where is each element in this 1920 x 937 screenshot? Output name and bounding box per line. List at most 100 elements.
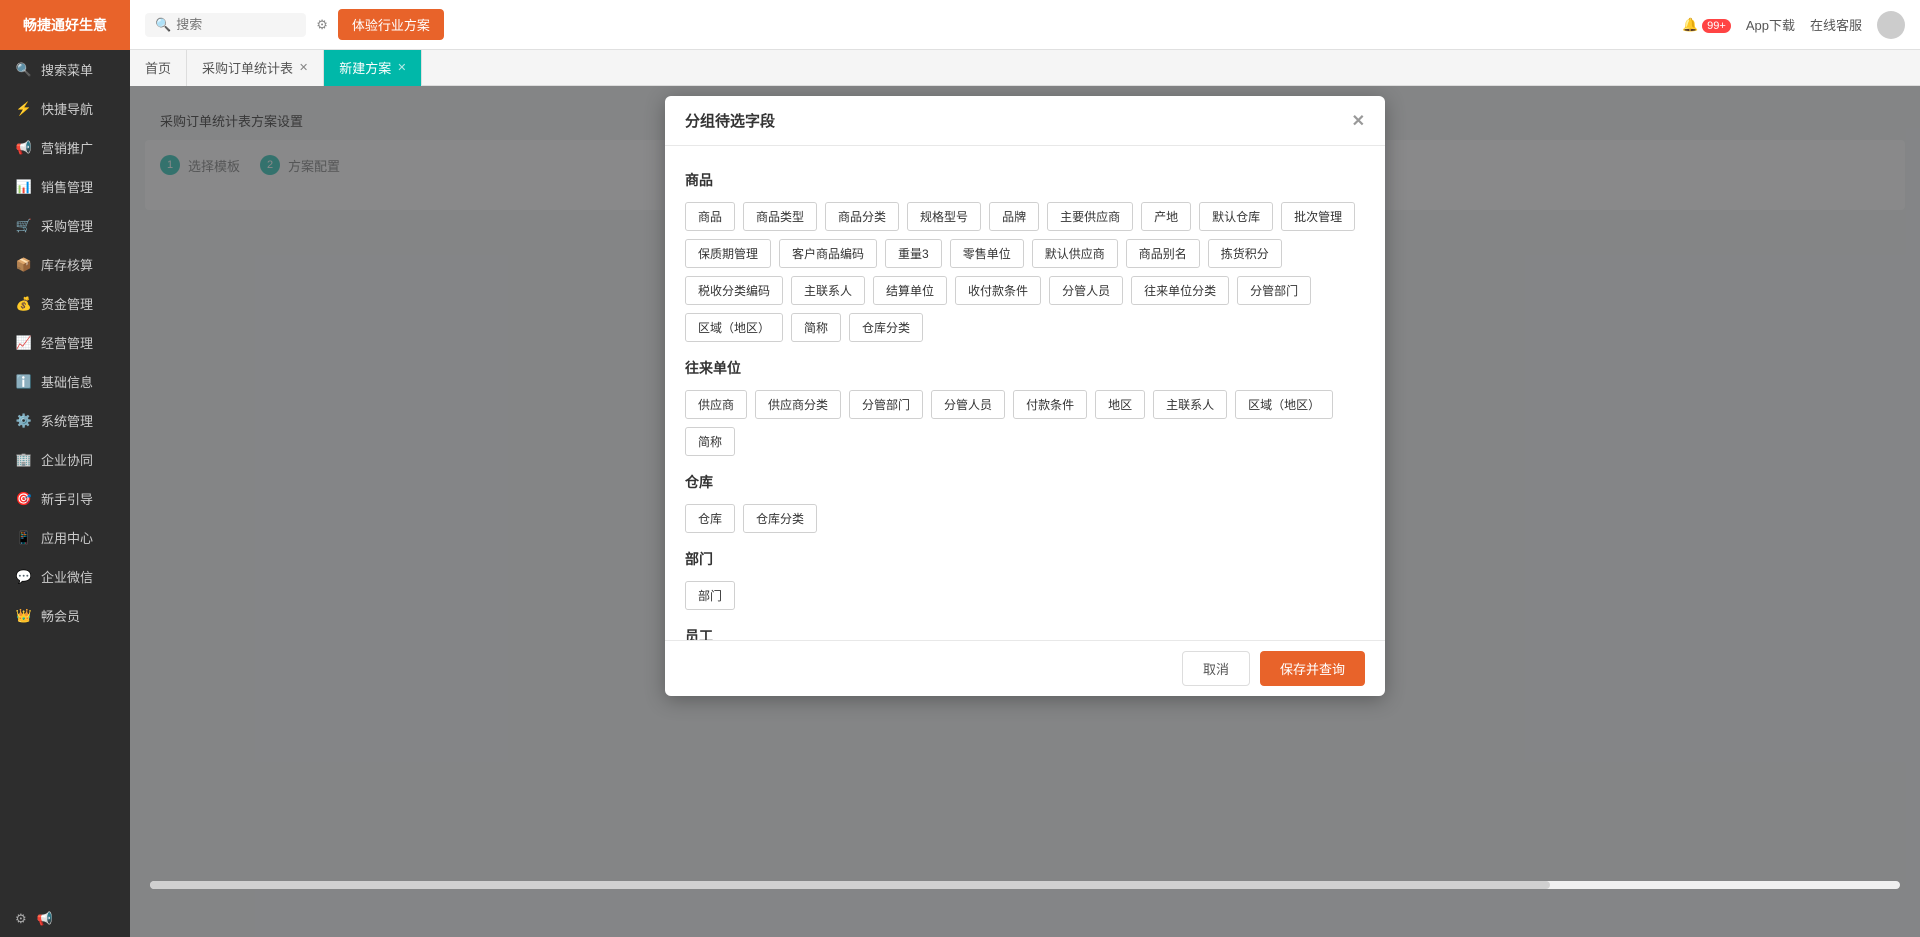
modal-close-button[interactable]: ✕ <box>1352 111 1365 131</box>
app-logo: 畅捷通好生意 <box>0 0 130 50</box>
field-tag-goods-8[interactable]: 批次管理 <box>1281 202 1355 231</box>
field-tag-goods-25[interactable]: 仓库分类 <box>849 313 923 342</box>
field-tag-partner-6[interactable]: 主联系人 <box>1153 390 1227 419</box>
field-tag-goods-1[interactable]: 商品类型 <box>743 202 817 231</box>
tab-2[interactable]: 新建方案 ✕ <box>324 50 422 86</box>
sidebar-item-quick-nav[interactable]: ⚡ 快捷导航 <box>0 89 130 128</box>
field-tag-goods-6[interactable]: 产地 <box>1141 202 1191 231</box>
online-service-link[interactable]: 在线客服 <box>1810 15 1862 34</box>
tab-label-0: 首页 <box>145 58 171 77</box>
speaker-icon[interactable]: 📢 <box>37 911 53 927</box>
search-box[interactable]: 🔍 <box>145 13 306 37</box>
cancel-button[interactable]: 取消 <box>1182 651 1250 686</box>
tab-0[interactable]: 首页 <box>130 50 187 86</box>
sidebar-label-marketing: 营销推广 <box>41 138 93 157</box>
topbar: 🔍 ⚙ 体验行业方案 🔔 99+ App下载 在线客服 <box>130 0 1920 50</box>
field-tag-goods-12[interactable]: 零售单位 <box>950 239 1024 268</box>
sidebar-item-inventory[interactable]: 📦 库存核算 <box>0 245 130 284</box>
sidebar-item-purchase[interactable]: 🛒采购管理 <box>0 206 130 245</box>
sidebar-item-operation[interactable]: 📈 经营管理 <box>0 323 130 362</box>
save-confirm-button[interactable]: 保存并查询 <box>1260 651 1365 686</box>
sidebar-item-enterprise[interactable]: 🏢企业协同 <box>0 440 130 479</box>
sidebar-item-app-center[interactable]: 📱应用中心 <box>0 518 130 557</box>
sidebar-bottom: ⚙ 📢 <box>0 901 130 937</box>
operation-icon: 📈 <box>15 334 33 352</box>
sidebar-label-operation: 经营管理 <box>41 333 93 352</box>
trial-button[interactable]: 体验行业方案 <box>338 9 444 40</box>
sidebar-item-wechat[interactable]: 💬 企业微信 <box>0 557 130 596</box>
field-tag-warehouse-0[interactable]: 仓库 <box>685 504 735 533</box>
field-tag-goods-23[interactable]: 区域（地区） <box>685 313 783 342</box>
tab-1[interactable]: 采购订单统计表✕ <box>187 50 324 86</box>
sidebar-item-system[interactable]: ⚙️系统管理 <box>0 401 130 440</box>
sidebar-label-quick-nav: 快捷导航 <box>41 99 93 118</box>
field-tag-goods-24[interactable]: 简称 <box>791 313 841 342</box>
field-tag-goods-9[interactable]: 保质期管理 <box>685 239 771 268</box>
modal-overlay: 分组待选字段 ✕ 商品商品商品类型商品分类规格型号品牌主要供应商产地默认仓库批次… <box>130 86 1920 937</box>
field-tag-goods-4[interactable]: 品牌 <box>989 202 1039 231</box>
field-tag-warehouse-1[interactable]: 仓库分类 <box>743 504 817 533</box>
inventory-icon: 📦 <box>15 256 33 274</box>
field-tag-goods-2[interactable]: 商品分类 <box>825 202 899 231</box>
settings-icon[interactable]: ⚙ <box>15 911 27 927</box>
topbar-left: 🔍 ⚙ 体验行业方案 <box>145 9 444 40</box>
search-input[interactable] <box>176 17 296 32</box>
wechat-icon: 💬 <box>15 568 33 586</box>
search-icon: 🔍 <box>155 17 171 33</box>
sidebar-label-enterprise: 企业协同 <box>41 450 93 469</box>
field-tag-partner-5[interactable]: 地区 <box>1095 390 1145 419</box>
field-tag-partner-2[interactable]: 分管部门 <box>849 390 923 419</box>
field-tag-goods-0[interactable]: 商品 <box>685 202 735 231</box>
tab-close-2[interactable]: ✕ <box>397 61 406 74</box>
field-tag-partner-1[interactable]: 供应商分类 <box>755 390 841 419</box>
field-grid-partner: 供应商供应商分类分管部门分管人员付款条件地区主联系人区域（地区） 简称 <box>685 390 1365 456</box>
sidebar-label-basic: 基础信息 <box>41 372 93 391</box>
field-tag-goods-14[interactable]: 商品别名 <box>1126 239 1200 268</box>
sidebar-label-finance: 资金管理 <box>41 294 93 313</box>
settings-gear-icon[interactable]: ⚙ <box>316 17 328 33</box>
field-tag-goods-16[interactable]: 税收分类编码 <box>685 276 783 305</box>
sidebar-item-newbie[interactable]: 🎯新手引导 <box>0 479 130 518</box>
sidebar-item-sales[interactable]: 📊销售管理 <box>0 167 130 206</box>
app-download-link[interactable]: App下载 <box>1746 15 1795 34</box>
sidebar-label-app-center: 应用中心 <box>41 528 93 547</box>
field-tag-goods-22[interactable]: 分管部门 <box>1237 276 1311 305</box>
quick-nav-icon: ⚡ <box>15 100 33 118</box>
modal-title: 分组待选字段 <box>685 110 775 131</box>
sidebar-item-search[interactable]: 🔍搜索菜单 <box>0 50 130 89</box>
field-tag-partner-0[interactable]: 供应商 <box>685 390 747 419</box>
field-tag-goods-5[interactable]: 主要供应商 <box>1047 202 1133 231</box>
field-tag-partner-3[interactable]: 分管人员 <box>931 390 1005 419</box>
field-tag-partner-7[interactable]: 区域（地区） <box>1235 390 1333 419</box>
field-tag-goods-20[interactable]: 分管人员 <box>1049 276 1123 305</box>
field-tag-department-0[interactable]: 部门 <box>685 581 735 610</box>
field-tag-goods-18[interactable]: 结算单位 <box>873 276 947 305</box>
field-tag-goods-7[interactable]: 默认仓库 <box>1199 202 1273 231</box>
newbie-icon: 🎯 <box>15 490 33 508</box>
field-tag-goods-13[interactable]: 默认供应商 <box>1032 239 1118 268</box>
sidebar-item-marketing[interactable]: 📢营销推广 <box>0 128 130 167</box>
field-tag-goods-10[interactable]: 客户商品编码 <box>779 239 877 268</box>
sidebar-label-sales: 销售管理 <box>41 177 93 196</box>
notification-bell[interactable]: 🔔 99+ <box>1682 17 1730 33</box>
field-tag-partner-4[interactable]: 付款条件 <box>1013 390 1087 419</box>
sidebar-item-member[interactable]: 👑畅会员 <box>0 596 130 635</box>
sidebar-label-member: 畅会员 <box>41 606 80 625</box>
sidebar-item-finance[interactable]: 💰资金管理 <box>0 284 130 323</box>
sidebar-label-inventory: 库存核算 <box>41 255 93 274</box>
field-tag-goods-11[interactable]: 重量3 <box>885 239 942 268</box>
sidebar-item-basic[interactable]: ℹ️基础信息 <box>0 362 130 401</box>
tab-close-1[interactable]: ✕ <box>299 61 308 74</box>
tab-label-2: 新建方案 <box>339 58 391 77</box>
field-tag-goods-17[interactable]: 主联系人 <box>791 276 865 305</box>
section-title-partner: 往来单位 <box>685 358 1365 378</box>
sidebar-label-search: 搜索菜单 <box>41 60 93 79</box>
user-avatar[interactable] <box>1877 11 1905 39</box>
field-tag-goods-21[interactable]: 往来单位分类 <box>1131 276 1229 305</box>
field-grid-warehouse: 仓库仓库分类 <box>685 504 1365 533</box>
field-tag-partner-8[interactable]: 简称 <box>685 427 735 456</box>
field-tag-goods-19[interactable]: 收付款条件 <box>955 276 1041 305</box>
field-tag-goods-3[interactable]: 规格型号 <box>907 202 981 231</box>
field-tag-goods-15[interactable]: 拣货积分 <box>1208 239 1282 268</box>
sidebar-label-wechat: 企业微信 <box>41 567 93 586</box>
